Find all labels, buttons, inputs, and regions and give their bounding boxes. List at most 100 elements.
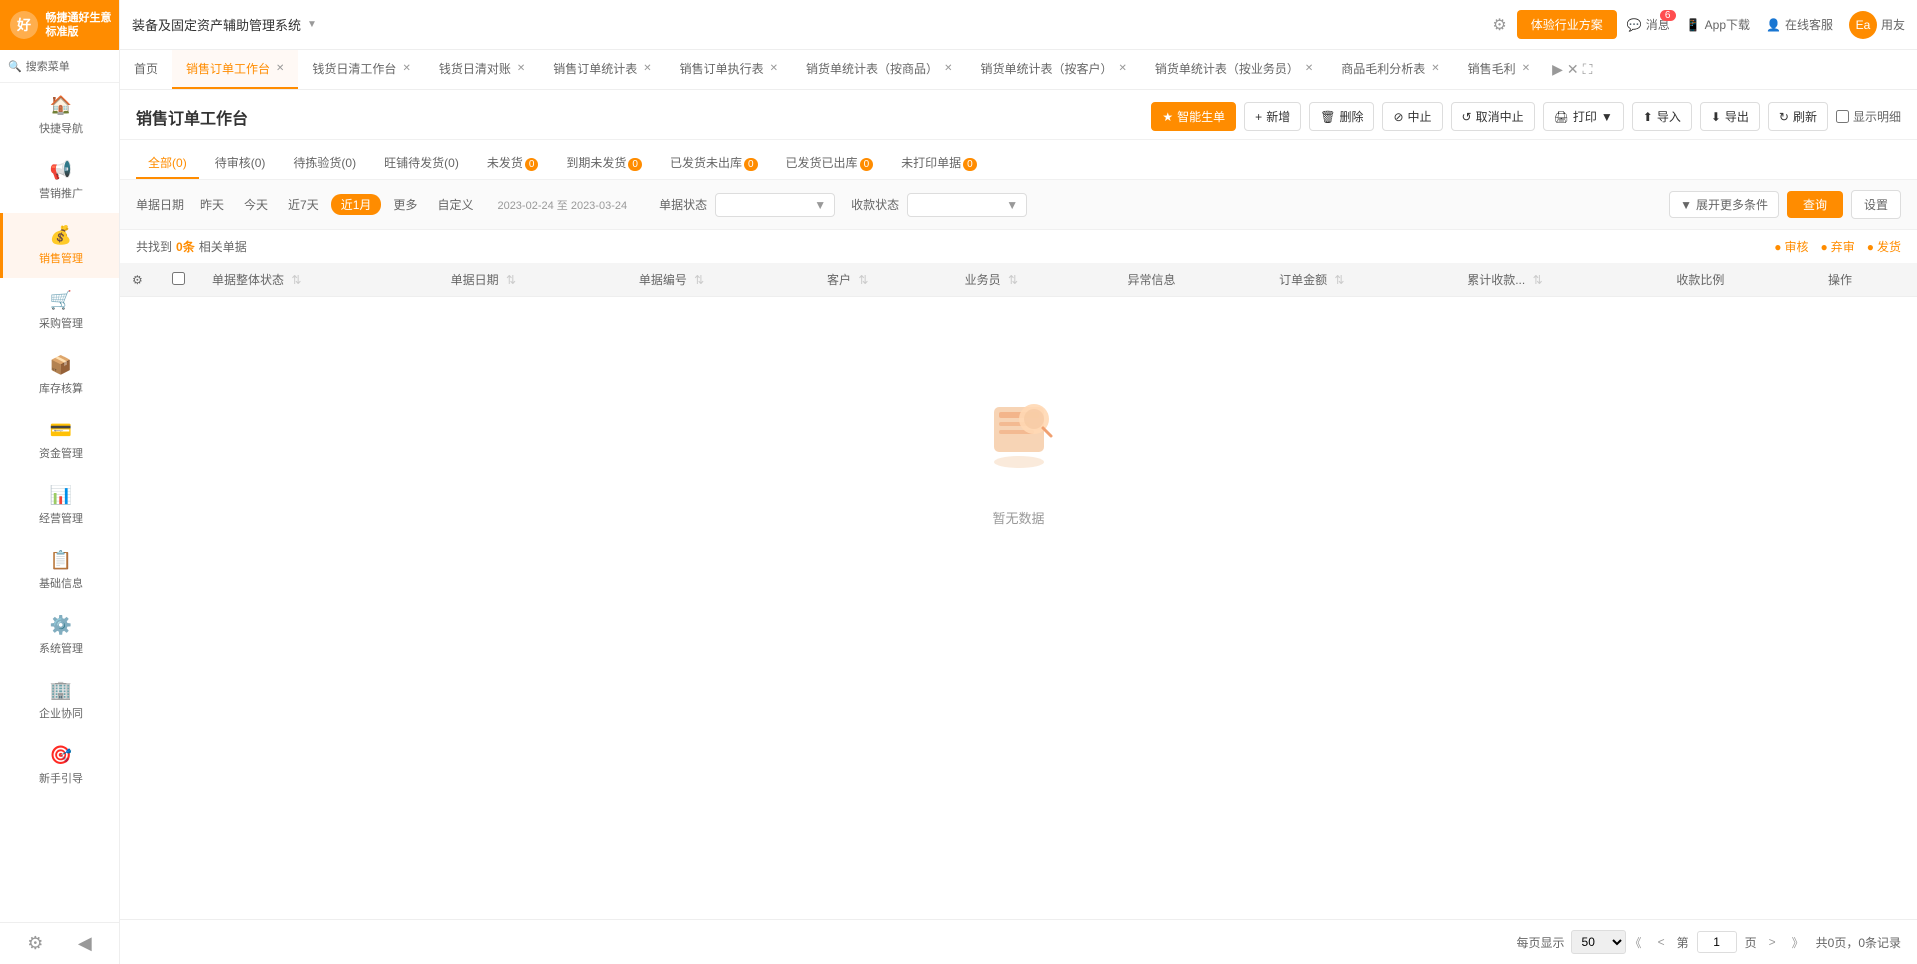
sidebar-item-inventory[interactable]: 📦 库存核算 [0, 343, 119, 408]
tab-sales-execute[interactable]: 销售订单执行表 ✕ [666, 50, 792, 89]
sort-icon[interactable]: ⇅ [858, 273, 868, 287]
expand-conditions-button[interactable]: ▼ 展开更多条件 [1669, 191, 1779, 218]
cancel-stop-button[interactable]: ↺ 取消中止 [1451, 102, 1535, 131]
sort-icon[interactable]: ⇅ [1334, 273, 1344, 287]
ship-batch-button[interactable]: ● 发货 [1867, 238, 1901, 255]
select-all-checkbox[interactable] [172, 272, 185, 285]
tab-close-icon[interactable]: ✕ [1118, 63, 1126, 74]
th-settings[interactable]: ⚙ [120, 263, 160, 297]
filter-tab-wangpu[interactable]: 旺铺待发货(0) [372, 148, 471, 179]
payment-select[interactable]: ▼ [907, 193, 1027, 217]
review-batch-button[interactable]: ● 审核 [1774, 238, 1808, 255]
user-item[interactable]: Ea 用友 [1849, 11, 1905, 39]
tab-close-icon[interactable]: ✕ [643, 63, 651, 74]
tab-close-icon[interactable]: ✕ [770, 63, 778, 74]
sidebar-item-system[interactable]: ⚙️ 系统管理 [0, 603, 119, 668]
tab-cash-daily[interactable]: 钱货日清工作台 ✕ [298, 50, 424, 89]
next-page-button[interactable]: > [1765, 933, 1780, 951]
message-icon: 💬 [1627, 18, 1642, 32]
filter-tab-unprinted[interactable]: 未打印单据0 [889, 148, 989, 179]
solution-button[interactable]: 体验行业方案 [1517, 10, 1617, 39]
settings-button[interactable]: 设置 [1851, 190, 1901, 219]
tab-close-icon[interactable]: ✕ [1431, 63, 1439, 74]
tab-home[interactable]: 首页 [120, 50, 172, 89]
tab-close-icon[interactable]: ✕ [1522, 63, 1530, 74]
sidebar-item-base-info[interactable]: 📋 基础信息 [0, 538, 119, 603]
sidebar-item-purchase[interactable]: 🛒 采购管理 [0, 278, 119, 343]
sidebar-item-quick-nav[interactable]: 🏠 快捷导航 [0, 83, 119, 148]
tab-close-all-icon[interactable]: ✕ [1567, 61, 1579, 78]
cancel-review-batch-button[interactable]: ● 弃审 [1820, 238, 1854, 255]
tab-sales-simple-customer[interactable]: 销货单统计表（按客户） ✕ [966, 50, 1140, 89]
date-btn-yesterday[interactable]: 昨天 [192, 193, 232, 216]
sidebar-item-guide[interactable]: 🎯 新手引导 [0, 733, 119, 798]
sort-icon[interactable]: ⇅ [1008, 273, 1018, 287]
last-page-button[interactable]: 》 [1788, 932, 1808, 953]
filter-tab-shipped-not-out[interactable]: 已发货未出库0 [658, 148, 770, 179]
filter-tab-shipped-out[interactable]: 已发货已出库0 [774, 148, 886, 179]
print-button[interactable]: 🖨 打印 ▼ [1543, 102, 1624, 131]
topbar-settings-icon[interactable]: ⚙ [1492, 15, 1506, 35]
sidebar-search[interactable]: 🔍 搜索菜单 [0, 50, 119, 83]
tab-sales-simple-product[interactable]: 销货单统计表（按商品） ✕ [792, 50, 966, 89]
settings-icon[interactable]: ⚙ [27, 933, 43, 954]
filter-tab-label: 已发货未出库 [670, 156, 742, 170]
page-number-input[interactable] [1697, 931, 1737, 953]
sidebar-item-sales[interactable]: 💰 销售管理 [0, 213, 119, 278]
tab-maximize-icon[interactable]: ⛶ [1583, 61, 1593, 78]
filter-tab-pending-goods[interactable]: 待拣验货(0) [281, 148, 368, 179]
sort-icon[interactable]: ⇅ [506, 273, 516, 287]
sort-icon[interactable]: ⇅ [694, 273, 704, 287]
th-amount: 订单金额 ⇅ [1267, 263, 1455, 297]
tab-close-icon[interactable]: ✕ [944, 63, 952, 74]
prev-page-button[interactable]: < [1654, 933, 1669, 951]
filter-tab-pending-review[interactable]: 待审核(0) [203, 148, 278, 179]
sidebar-item-finance[interactable]: 💳 资金管理 [0, 408, 119, 473]
date-btn-custom[interactable]: 自定义 [429, 193, 481, 216]
show-detail-label[interactable]: 显示明细 [1836, 108, 1901, 125]
first-page-button[interactable]: 《 [1626, 932, 1646, 953]
tab-close-icon[interactable]: ✕ [276, 63, 284, 74]
tab-close-icon[interactable]: ✕ [517, 63, 525, 74]
filter-tab-overdue[interactable]: 到期未发货0 [554, 148, 654, 179]
delete-button[interactable]: 🗑 删除 [1309, 102, 1374, 131]
page-size-dropdown[interactable]: 10 20 50 100 [1571, 930, 1626, 954]
sidebar-item-enterprise[interactable]: 🏢 企业协同 [0, 668, 119, 733]
tab-sales-simple-staff[interactable]: 销货单统计表（按业务员） ✕ [1141, 50, 1327, 89]
sort-icon[interactable]: ⇅ [1533, 273, 1543, 287]
tab-close-icon[interactable]: ✕ [1305, 63, 1313, 74]
smart-generate-button[interactable]: ★ 智能生单 [1151, 102, 1236, 131]
show-detail-checkbox[interactable] [1836, 110, 1849, 123]
service-item[interactable]: 👤 在线客服 [1766, 16, 1833, 33]
date-btn-today[interactable]: 今天 [236, 193, 276, 216]
status-select[interactable]: ▼ [715, 193, 835, 217]
tab-gross-margin[interactable]: 商品毛利分析表 ✕ [1327, 50, 1453, 89]
filter-tab-all[interactable]: 全部(0) [136, 148, 199, 179]
tab-more-icon[interactable]: ▶ [1552, 61, 1563, 78]
sidebar-item-marketing[interactable]: 📢 营销推广 [0, 148, 119, 213]
sidebar-item-operation[interactable]: 📊 经营管理 [0, 473, 119, 538]
sort-icon[interactable]: ⇅ [291, 273, 301, 287]
app-download-item[interactable]: 📱 App下载 [1686, 16, 1750, 33]
new-button[interactable]: + 新增 [1244, 102, 1301, 131]
export-button[interactable]: ⬇ 导出 [1700, 102, 1760, 131]
table-scroll-container[interactable]: ⚙ 单据整体状态 ⇅ 单据日期 ⇅ 单据编号 [120, 263, 1917, 297]
collapse-icon[interactable]: ◀ [78, 933, 92, 954]
tab-sales-profit[interactable]: 销售毛利 ✕ [1454, 50, 1544, 89]
tab-cash-goods[interactable]: 钱货日清对账 ✕ [425, 50, 539, 89]
query-button[interactable]: 查询 [1787, 191, 1843, 218]
tab-close-icon[interactable]: ✕ [402, 63, 410, 74]
date-btn-1month[interactable]: 近1月 [331, 194, 382, 215]
tab-label: 销售订单执行表 [680, 60, 764, 77]
message-item[interactable]: 💬 💬 6 消息 [1627, 16, 1670, 33]
refresh-button[interactable]: ↻ 刷新 [1768, 102, 1828, 131]
header-row: ⚙ 单据整体状态 ⇅ 单据日期 ⇅ 单据编号 [120, 263, 1917, 297]
date-btn-7days[interactable]: 近7天 [280, 193, 327, 216]
th-checkbox[interactable] [160, 263, 200, 297]
filter-tab-not-shipped[interactable]: 未发货0 [475, 148, 551, 179]
import-button[interactable]: ⬆ 导入 [1632, 102, 1692, 131]
tab-sales-workbench[interactable]: 销售订单工作台 ✕ [172, 50, 298, 89]
tab-sales-stats[interactable]: 销售订单统计表 ✕ [539, 50, 665, 89]
date-btn-more[interactable]: 更多 [385, 193, 425, 216]
stop-button[interactable]: ⊘ 中止 [1382, 102, 1442, 131]
